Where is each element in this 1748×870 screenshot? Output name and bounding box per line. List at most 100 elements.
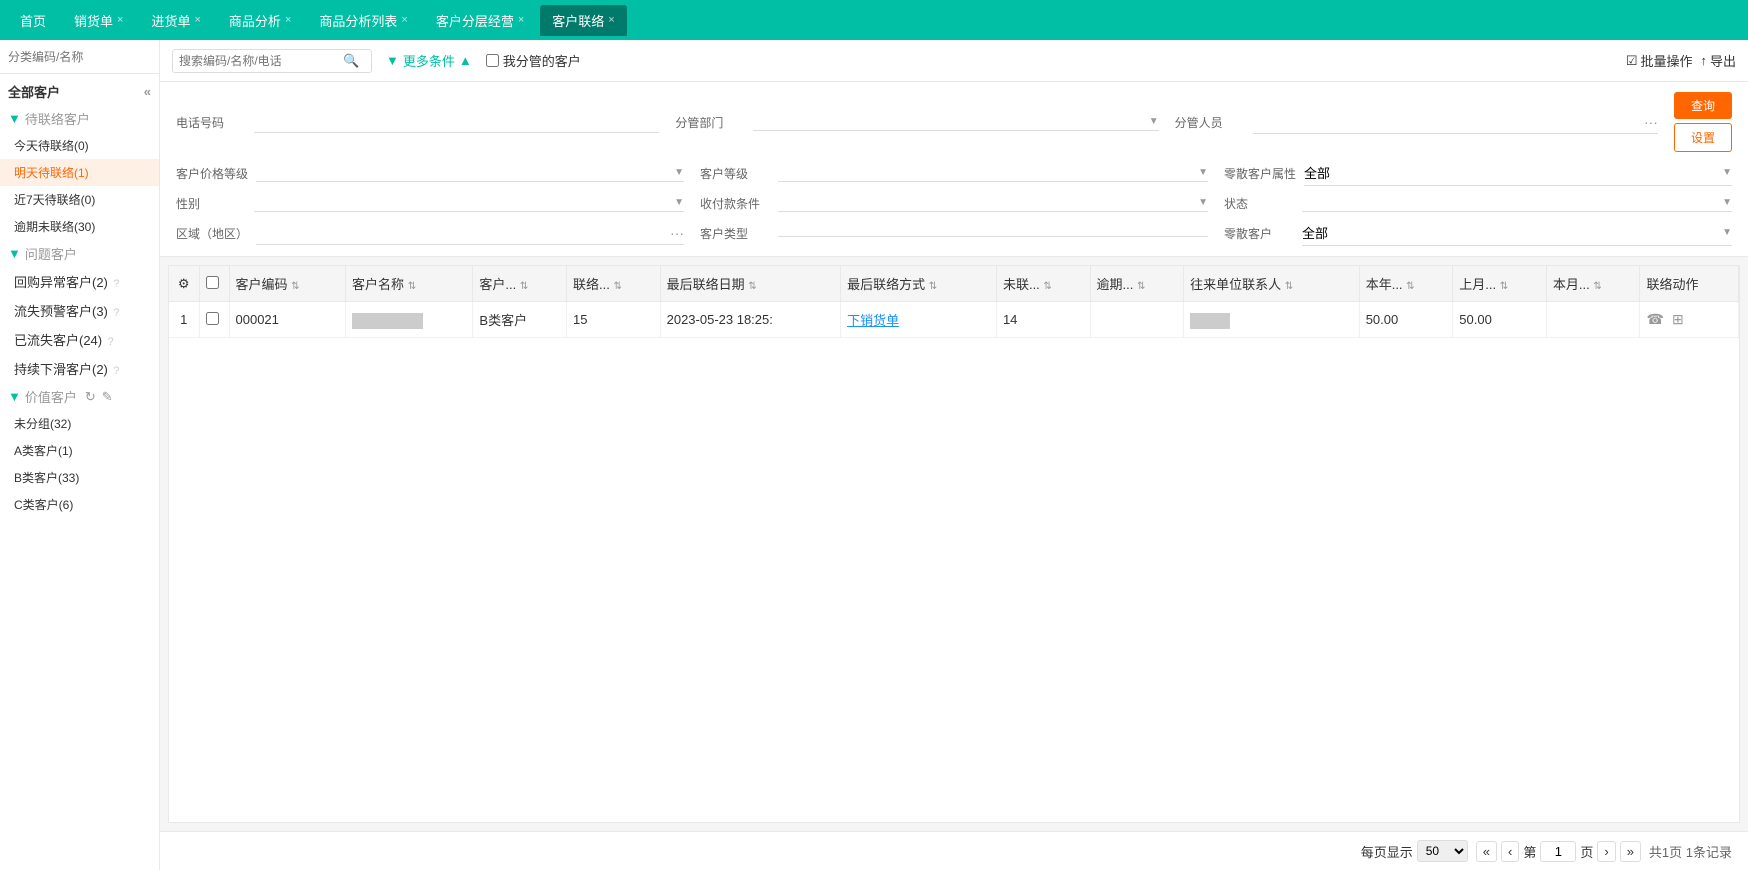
sidebar-item-a-class[interactable]: A类客户(1) (0, 437, 159, 464)
close-customer-tier-icon[interactable]: × (518, 14, 524, 26)
sidebar-item-7days[interactable]: 近7天待联络(0) (0, 186, 159, 213)
phone-input[interactable] (254, 112, 659, 133)
col-customer-code[interactable]: 客户编码 ⇅ (229, 266, 346, 302)
sort-last-month-icon: ⇅ (1500, 281, 1508, 292)
phone-action-icon[interactable]: ☎ (1646, 311, 1663, 328)
row-select-checkbox[interactable] (206, 312, 219, 325)
query-button[interactable]: 查询 (1674, 92, 1732, 119)
status-select[interactable]: ▼ (1302, 194, 1732, 212)
last-page-btn[interactable]: » (1620, 841, 1641, 862)
sidebar-item-churned[interactable]: 已流失客户(24) ? (0, 325, 159, 354)
sidebar-problem-group: ▼ 问题客户 (0, 240, 159, 267)
dept-select[interactable]: ▼ (753, 113, 1158, 131)
filter-row-2: 客户价格等级 ▼ 客户等级 ▼ 零散客户属性 全部 (176, 160, 1732, 186)
sidebar-item-abnormal[interactable]: 回购异常客户(2) ? (0, 267, 159, 296)
gear-th[interactable]: ⚙ (169, 266, 199, 302)
table-header-row: ⚙ 客户编码 ⇅ 客户名称 ⇅ (169, 266, 1739, 302)
value-group-edit-icon[interactable]: ✎ (102, 389, 113, 405)
first-page-btn[interactable]: « (1476, 841, 1497, 862)
customer-level-select[interactable]: ▼ (778, 164, 1208, 182)
filter-chevron-icon: ▲ (459, 53, 472, 68)
col-last-month[interactable]: 上月... ⇅ (1453, 266, 1547, 302)
select-all-checkbox[interactable] (206, 276, 219, 289)
more-filter-btn[interactable]: ▼ 更多条件 ▲ (380, 48, 478, 73)
sidebar-item-today[interactable]: 今天待联络(0) (0, 132, 159, 159)
nav-item-goods-analysis[interactable]: 商品分析 × (217, 5, 303, 36)
col-customer-name[interactable]: 客户名称 ⇅ (346, 266, 473, 302)
nav-item-sales[interactable]: 销货单 × (62, 5, 135, 36)
checkbox-th[interactable] (199, 266, 229, 302)
sidebar-item-tomorrow[interactable]: 明天待联络(1) (0, 159, 159, 186)
manager-dots-icon[interactable]: ··· (1644, 114, 1658, 130)
filter-payment: 收付款条件 ▼ (700, 194, 1208, 212)
payment-select[interactable]: ▼ (778, 194, 1208, 212)
footer: 每页显示 50 10 20 100 « ‹ 第 页 › » 共1页 1条记录 (160, 831, 1748, 870)
retail-customer-select[interactable]: 全部 ▼ (1302, 220, 1732, 246)
per-page-select[interactable]: 50 10 20 100 (1417, 840, 1468, 862)
row-this-month (1546, 302, 1640, 338)
value-group-refresh-icon[interactable]: ↻ (85, 389, 96, 405)
sort-person-icon: ⇅ (1285, 281, 1293, 292)
sidebar-all-customers[interactable]: 全部客户 « (0, 74, 159, 105)
col-not-contacted[interactable]: 未联... ⇅ (996, 266, 1090, 302)
my-customers-checkbox[interactable]: 我分管的客户 (486, 51, 581, 70)
sidebar-item-overdue[interactable]: 逾期未联络(30) (0, 213, 159, 240)
nav-item-goods-analysis-list[interactable]: 商品分析列表 × (307, 5, 419, 36)
col-this-month[interactable]: 本月... ⇅ (1546, 266, 1640, 302)
sidebar-item-ungrouped[interactable]: 未分组(32) (0, 410, 159, 437)
sidebar-item-c-class[interactable]: C类客户(6) (0, 491, 159, 518)
sidebar-search-input[interactable] (8, 50, 160, 64)
close-sales-icon[interactable]: × (117, 14, 123, 26)
gender-select[interactable]: ▼ (254, 194, 684, 212)
search-input[interactable] (179, 54, 339, 68)
filter-row-1: 电话号码 分管部门 ▼ 分管人员 ··· 查询 (176, 92, 1732, 152)
close-customer-contact-icon[interactable]: × (608, 14, 614, 26)
filter-actions: 查询 设置 (1674, 92, 1732, 152)
sort-year-icon: ⇅ (1406, 281, 1414, 292)
my-customers-check[interactable] (486, 54, 499, 67)
row-contact-person: ██ (1184, 302, 1360, 338)
nav-item-customer-tier[interactable]: 客户分层经营 × (424, 5, 536, 36)
filter-retail-customer: 零散客户 全部 ▼ (1224, 220, 1732, 246)
sidebar-item-churn-warning[interactable]: 流失预警客户(3) ? (0, 296, 159, 325)
retail-attr-select[interactable]: 全部 ▼ (1304, 160, 1732, 186)
col-customer-type[interactable]: 客户... ⇅ (473, 266, 567, 302)
top-nav: 首页 销货单 × 进货单 × 商品分析 × 商品分析列表 × 客户分层经营 × … (0, 0, 1748, 40)
nav-item-purchase[interactable]: 进货单 × (139, 5, 212, 36)
prev-page-btn[interactable]: ‹ (1501, 841, 1519, 862)
col-contact-person[interactable]: 往来单位联系人 ⇅ (1184, 266, 1360, 302)
col-contact-count[interactable]: 联络... ⇅ (567, 266, 661, 302)
row-last-contact-method[interactable]: 下销货单 (841, 302, 997, 338)
price-level-chevron-icon: ▼ (674, 167, 684, 178)
sidebar-item-declining[interactable]: 持续下滑客户(2) ? (0, 354, 159, 383)
close-purchase-icon[interactable]: × (194, 14, 200, 26)
sidebar-item-b-class[interactable]: B类客户(33) (0, 464, 159, 491)
more-action-icon[interactable]: ⊞ (1672, 311, 1684, 328)
price-level-select[interactable]: ▼ (256, 164, 684, 182)
row-not-contacted: 14 (996, 302, 1090, 338)
col-year-amount[interactable]: 本年... ⇅ (1359, 266, 1453, 302)
page-number-input[interactable] (1540, 841, 1576, 862)
col-overdue[interactable]: 逾期... ⇅ (1090, 266, 1184, 302)
next-page-btn[interactable]: › (1597, 841, 1615, 862)
col-last-contact-method[interactable]: 最后联络方式 ⇅ (841, 266, 997, 302)
gender-chevron-icon: ▼ (674, 197, 684, 208)
settings-button[interactable]: 设置 (1674, 123, 1732, 152)
customer-type-select[interactable] (778, 230, 1208, 237)
pagination: « ‹ 第 页 › » (1476, 841, 1641, 862)
customer-level-chevron-icon: ▼ (1198, 167, 1208, 178)
close-goods-list-icon[interactable]: × (401, 14, 407, 26)
row-customer-name[interactable]: ████ (346, 302, 473, 338)
gear-icon[interactable]: ⚙ (178, 276, 190, 291)
sidebar-collapse-icon[interactable]: « (144, 84, 151, 99)
export-btn[interactable]: ↑ 导出 (1700, 51, 1736, 70)
retail-attr-chevron-icon: ▼ (1722, 167, 1732, 178)
nav-item-customer-contact[interactable]: 客户联络 × (540, 5, 626, 36)
batch-operation-btn[interactable]: ☑ 批量操作 (1626, 51, 1693, 70)
nav-home[interactable]: 首页 (8, 5, 58, 36)
region-dots-icon[interactable]: ··· (670, 225, 684, 241)
col-last-contact-date[interactable]: 最后联络日期 ⇅ (660, 266, 840, 302)
close-goods-analysis-icon[interactable]: × (285, 14, 291, 26)
search-icon[interactable]: 🔍 (343, 53, 359, 69)
row-checkbox[interactable] (199, 302, 229, 338)
